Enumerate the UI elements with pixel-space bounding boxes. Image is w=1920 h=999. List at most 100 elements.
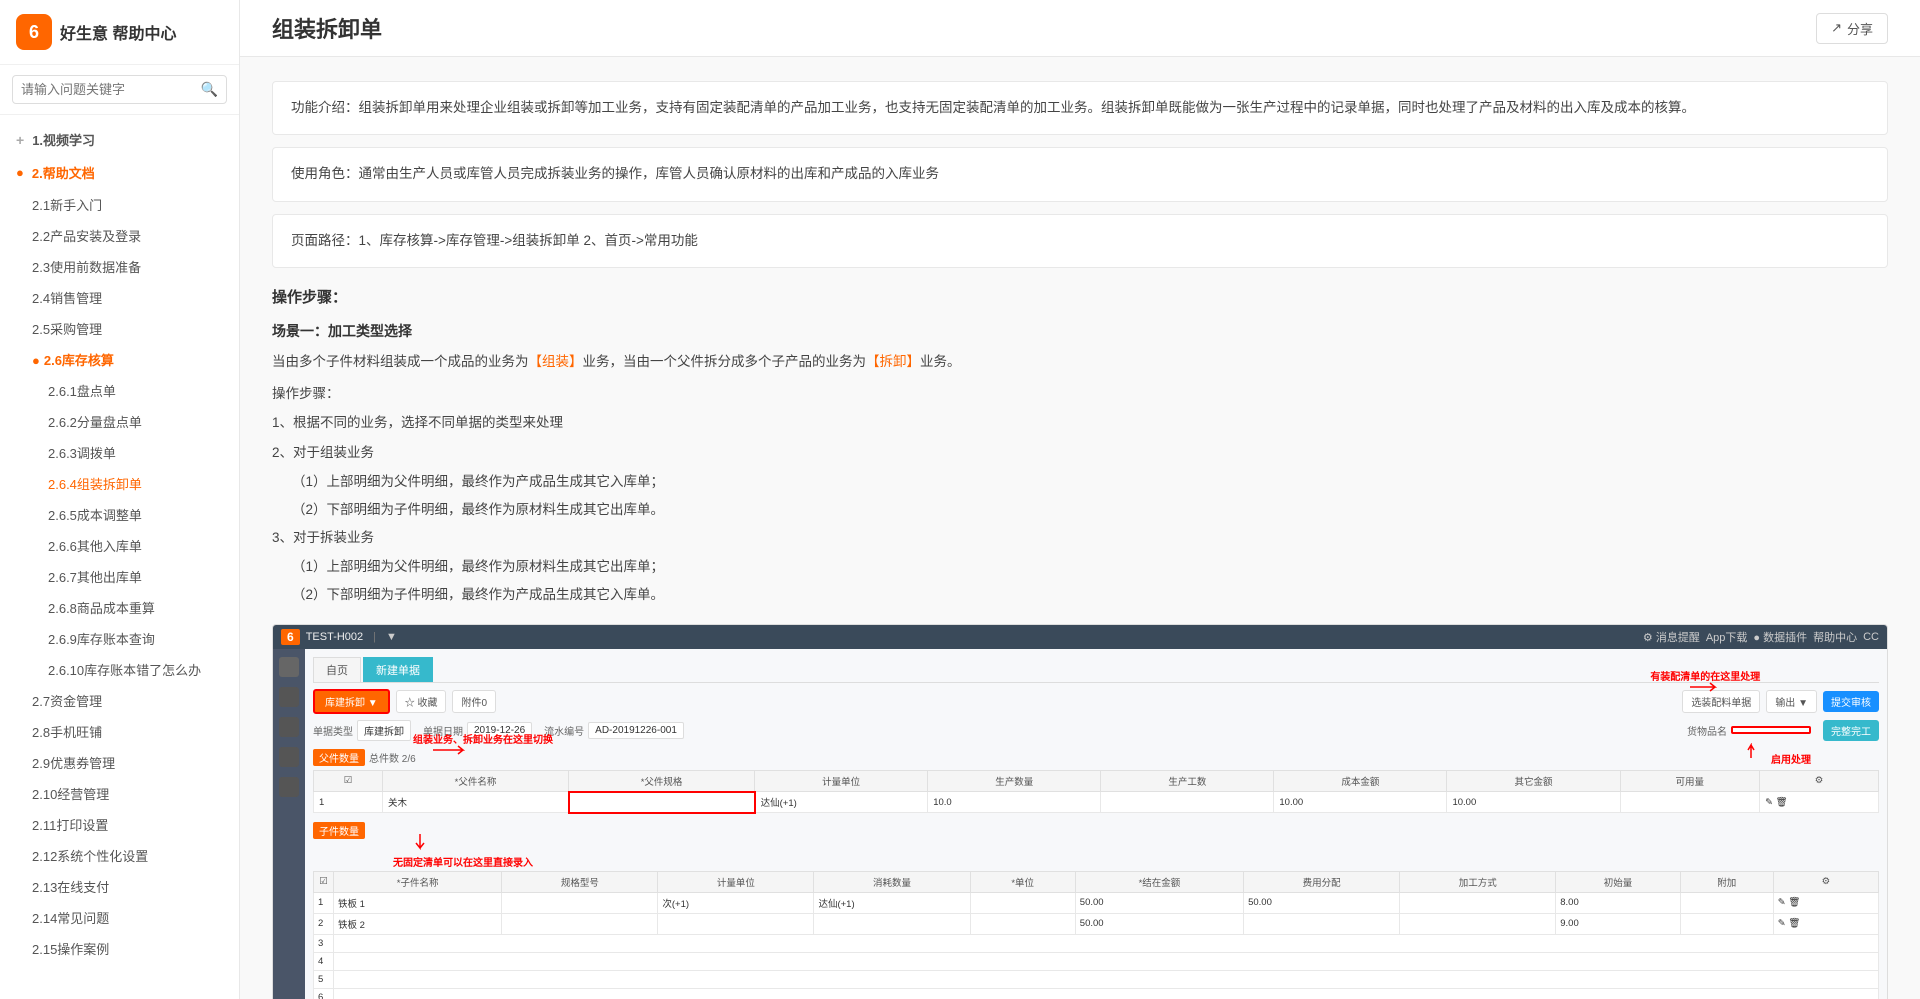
upper-th-actions: ⚙	[1760, 770, 1879, 792]
screenshot-container: 6 TEST-H002 | ▼ ⚙ 消息提醒 App下载 ● 数据插件 帮助中心…	[272, 624, 1888, 999]
sc-btn-extra[interactable]: 输出 ▼	[1766, 690, 1817, 713]
collapse-icon: ●	[16, 165, 24, 180]
upper-th-avail: 可用量	[1620, 770, 1760, 792]
sidebar-item-split[interactable]: 2.6.2分量盘点单	[0, 406, 239, 437]
sidebar-item-costcalc[interactable]: 2.6.8商品成本重算	[0, 592, 239, 623]
sc-topnav-5: CC	[1863, 631, 1879, 643]
lower-table-row-3: 3	[314, 934, 1879, 952]
upper-th-spec: *父件规格	[569, 770, 755, 792]
sidebar-item-purchase[interactable]: 2.5采购管理	[0, 313, 239, 344]
sidebar-item-new[interactable]: 2.1新手入门	[0, 189, 239, 220]
sidebar-item-error[interactable]: 2.6.10库存账本错了怎么办	[0, 654, 239, 685]
search-icon: 🔍	[201, 81, 218, 98]
path-intro-block: 页面路径：1、库存核算->库存管理->组装拆卸单 2、首页->常用功能	[272, 214, 1888, 268]
sc-field-sku[interactable]	[1731, 726, 1811, 734]
sidebar-item-payment[interactable]: 2.13在线支付	[0, 871, 239, 902]
lower-th-total: *结在金额	[1075, 871, 1243, 892]
upper-th-select: ☑	[314, 770, 383, 792]
lower-table-row-1: 1 铁板 1 次(+1) 达仙(+1) 50.00 50.00 8.00	[314, 892, 1879, 913]
sidebar-item-in[interactable]: 2.6.6其他入库单	[0, 530, 239, 561]
logo-area: 6 好生意 帮助中心	[0, 0, 239, 65]
upper-td-other: 10.00	[1447, 792, 1620, 813]
share-button[interactable]: ↗ 分享	[1816, 13, 1888, 44]
sc-topnav-3: ● 数据插件	[1753, 629, 1807, 645]
sc-tab-new[interactable]: 新建单据	[363, 657, 433, 682]
lower-th-add: 附加	[1680, 871, 1773, 892]
upper-th-unit: 计量单位	[755, 770, 928, 792]
sidebar-item-video[interactable]: + 1.视频学习	[0, 123, 239, 156]
sidebar-item-cases[interactable]: 2.15操作案例	[0, 933, 239, 964]
sc-btn-save[interactable]: ☆ 收藏	[396, 690, 447, 713]
lower-th-select: ☑	[314, 871, 334, 892]
lower-th-init: 初始量	[1556, 871, 1681, 892]
sidebar-item-sales[interactable]: 2.4销售管理	[0, 282, 239, 313]
lower-th-dist: 费用分配	[1244, 871, 1400, 892]
sidebar-item-custom[interactable]: 2.12系统个性化设置	[0, 840, 239, 871]
upper-td-cost: 10.00	[1274, 792, 1447, 813]
sc-tab-lower: 子件数量	[313, 822, 365, 839]
sidebar-item-ops[interactable]: 2.10经营管理	[0, 778, 239, 809]
sc-btn-confirm[interactable]: 完整完工	[1823, 720, 1879, 741]
sc-tab-home[interactable]: 自页	[313, 657, 361, 682]
share-icon: ↗	[1831, 20, 1842, 36]
sc-sidebar-icon-4	[279, 747, 299, 767]
collapse-dot: ●	[32, 353, 40, 368]
page-title: 组装拆卸单	[272, 12, 382, 44]
func-intro-block: 功能介绍：组装拆卸单用来处理企业组装或拆卸等加工业务，支持有固定装配清单的产品加…	[272, 81, 1888, 135]
sidebar-item-install[interactable]: 2.2产品安装及登录	[0, 220, 239, 251]
sidebar-item-count[interactable]: 2.6.1盘点单	[0, 375, 239, 406]
lower-table-row-6: 6	[314, 988, 1879, 999]
upper-th-prod-work: 生产工数	[1101, 770, 1274, 792]
step-2-1: （1）上部明细为父件明细，最终作为产成品生成其它入库单；	[272, 469, 1888, 495]
sc-field-type[interactable]: 库建拆卸	[357, 720, 411, 741]
upper-th-name: *父件名称	[382, 770, 568, 792]
sidebar: 6 好生意 帮助中心 🔍 + 1.视频学习 ● 2.帮助文档 2.1新手入门 2…	[0, 0, 240, 999]
step-2: 2、对于组装业务	[272, 440, 1888, 466]
step-3-2: （2）下部明细为子件明细，最终作为产成品生成其它入库单。	[272, 582, 1888, 608]
upper-table: ☑ *父件名称 *父件规格 计量单位 生产数量 生产工数 成本金额 其它金额 可…	[313, 770, 1879, 814]
search-input[interactable]	[21, 82, 201, 97]
scenario1-desc: 当由多个子件材料组装成一个成品的业务为【组装】业务，当由一个父件拆分成多个子产品…	[272, 349, 1888, 375]
sc-annotation1-arrow	[1690, 682, 1720, 692]
search-box[interactable]: 🔍	[12, 75, 227, 104]
role-intro-text: 使用角色：通常由生产人员或库管人员完成拆装业务的操作，库管人员确认原材料的出库和…	[291, 162, 1869, 186]
sidebar-item-adjust[interactable]: 2.6.3调拨单	[0, 437, 239, 468]
sidebar-item-query[interactable]: 2.6.9库存账本查询	[0, 623, 239, 654]
sidebar-item-faq[interactable]: 2.14常见问题	[0, 902, 239, 933]
sidebar-item-cost[interactable]: 2.6.5成本调整单	[0, 499, 239, 530]
sidebar-item-inventory[interactable]: ●2.6库存核算	[0, 344, 239, 375]
sc-label-qty: 总件数 2/6	[369, 750, 416, 765]
sc-field-no[interactable]: AD-20191226-001	[588, 722, 684, 739]
highlight-assemble: 【组装】	[529, 354, 583, 369]
sc-btn-bom[interactable]: 选装配料单据	[1682, 690, 1760, 713]
path-intro-text: 页面路径：1、库存核算->库存管理->组装拆卸单 2、首页->常用功能	[291, 229, 1869, 253]
lower-th-spec: 规格型号	[502, 871, 658, 892]
app-logo-icon: 6	[16, 14, 52, 50]
sidebar-item-out[interactable]: 2.6.7其他出库单	[0, 561, 239, 592]
sc-label-sku: 货物品名	[1687, 723, 1727, 738]
main-header: 组装拆卸单 ↗ 分享	[240, 0, 1920, 57]
upper-th-cost: 成本金额	[1274, 770, 1447, 792]
search-area: 🔍	[0, 65, 239, 115]
sc-btn-type[interactable]: 库建拆卸 ▼	[313, 689, 390, 714]
sidebar-item-data[interactable]: 2.3使用前数据准备	[0, 251, 239, 282]
sc-btn-submit[interactable]: 提交审核	[1823, 691, 1879, 712]
sc-btn-attach[interactable]: 附件0	[452, 690, 496, 713]
sidebar-item-coupon[interactable]: 2.9优惠券管理	[0, 747, 239, 778]
sc-label-type: 单据类型	[313, 723, 353, 738]
sc-tab-upper[interactable]: 父件数量	[313, 749, 365, 766]
sidebar-item-print[interactable]: 2.11打印设置	[0, 809, 239, 840]
upper-th-prod-qty: 生产数量	[928, 770, 1101, 792]
upper-td-qty: 10.0	[928, 792, 1101, 813]
sc-sidebar-icon-3	[279, 717, 299, 737]
highlight-disassemble: 【拆卸】	[866, 354, 920, 369]
sc-annotation5-arrow	[403, 834, 438, 854]
upper-td-unit: 达仙(+1)	[755, 792, 928, 813]
sidebar-item-mobile[interactable]: 2.8手机旺铺	[0, 716, 239, 747]
sidebar-item-assemble[interactable]: 2.6.4组装拆卸单	[0, 468, 239, 499]
sc-sidebar-icon-1	[279, 657, 299, 677]
sidebar-item-funds[interactable]: 2.7资金管理	[0, 685, 239, 716]
sidebar-item-docs[interactable]: ● 2.帮助文档	[0, 156, 239, 189]
upper-table-row: 1 关木 达仙(+1) 10.0 10.00 10.00 ✎ 🗑	[314, 792, 1879, 813]
scenario1-title: 场景一：加工类型选择	[272, 321, 1888, 341]
